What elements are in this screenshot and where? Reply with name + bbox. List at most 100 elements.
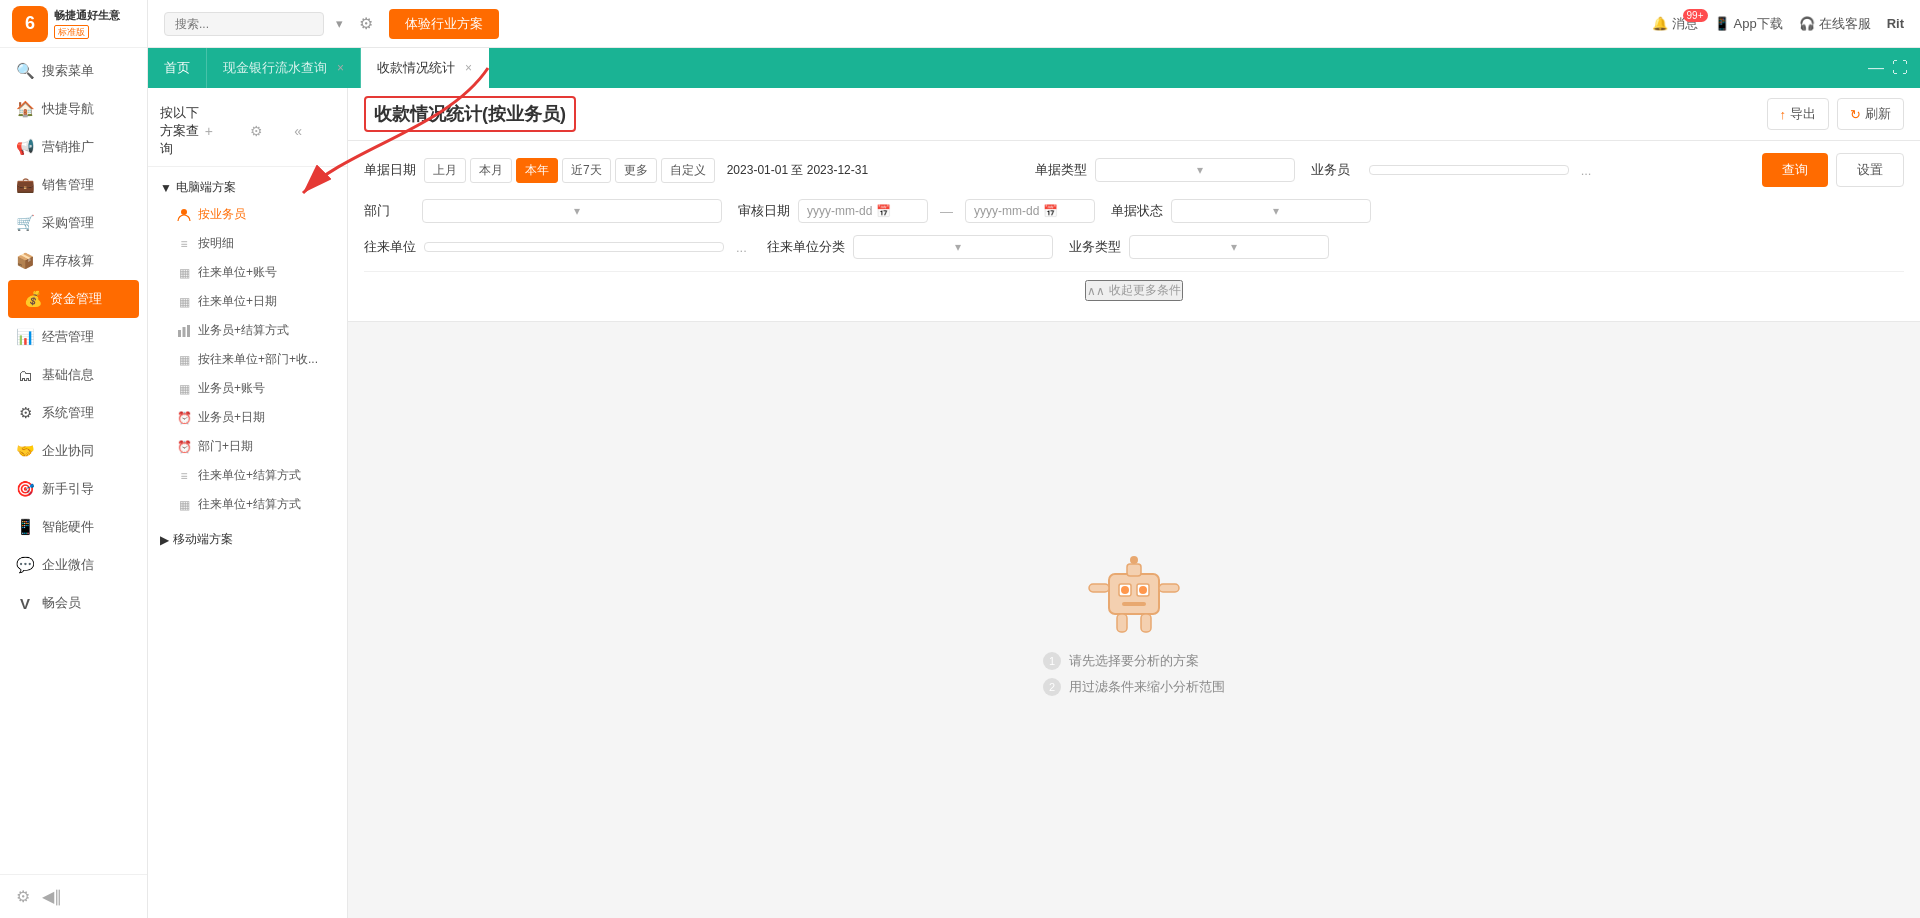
collapse-button[interactable]: ∧∧ 收起更多条件 (1085, 280, 1183, 301)
salesperson-dots[interactable]: ... (1581, 163, 1592, 178)
settings-button[interactable]: 设置 (1836, 153, 1904, 187)
query-button[interactable]: 查询 (1762, 153, 1828, 187)
sidebar-item-search[interactable]: 🔍 搜索菜单 (0, 52, 147, 90)
empty-steps: 1 请先选择要分析的方案 2 用过滤条件来缩小分析范围 (1043, 652, 1225, 696)
message-button[interactable]: 🔔 消息 99+ (1652, 15, 1698, 33)
export-label: 导出 (1790, 105, 1816, 123)
sidebar-item-operations[interactable]: 📊 经营管理 (0, 318, 147, 356)
tab-bank-flow[interactable]: 现金银行流水查询 × (207, 48, 361, 88)
topbar-right: 🔔 消息 99+ 📱 App下载 🎧 在线客服 Rit (1652, 15, 1904, 33)
date-btn-custom[interactable]: 自定义 (661, 158, 715, 183)
sidebar-item-member[interactable]: V 畅会员 (0, 584, 147, 622)
dept-chevron: ▾ (574, 204, 713, 218)
user-menu[interactable]: Rit (1887, 16, 1904, 31)
scheme-item-salesperson-account[interactable]: ▦ 业务员+账号 (148, 374, 347, 403)
scheme-item-salesperson-date[interactable]: ⏰ 业务员+日期 (148, 403, 347, 432)
scheme-item-by-salesperson[interactable]: 按业务员 (148, 200, 347, 229)
right-panel: 收款情况统计(按业务员) ↑ 导出 ↻ 刷新 单据日 (348, 88, 1920, 918)
audit-date-to[interactable]: yyyy-mm-dd 📅 (965, 199, 1095, 223)
biz-type-select[interactable]: ▾ (1129, 235, 1329, 259)
chat-icon: 💬 (16, 556, 34, 574)
scheme-item-partner-payment2[interactable]: ▦ 往来单位+结算方式 (148, 490, 347, 519)
sidebar-item-marketing[interactable]: 📢 营销推广 (0, 128, 147, 166)
left-panel-header: 按以下方案查询 + ⚙ « (148, 96, 347, 167)
sidebar-item-quick-nav[interactable]: 🏠 快捷导航 (0, 90, 147, 128)
filter-area: 单据日期 上月 本月 本年 近7天 更多 自定义 2023-01-01 至 20… (348, 141, 1920, 322)
collapse-icon[interactable]: ◀∥ (42, 887, 62, 906)
grid-icon2: ▦ (176, 294, 192, 310)
partner-cat-select[interactable]: ▾ (853, 235, 1053, 259)
grid-icon: ▦ (176, 265, 192, 281)
refresh-button[interactable]: ↻ 刷新 (1837, 98, 1904, 130)
online-service-button[interactable]: 🎧 在线客服 (1799, 15, 1871, 33)
filter-partner: 往来单位 ... (364, 238, 751, 256)
scheme-item-salesperson-payment[interactable]: 业务员+结算方式 (148, 316, 347, 345)
date-btn-last-month[interactable]: 上月 (424, 158, 466, 183)
sidebar-item-sales[interactable]: 💼 销售管理 (0, 166, 147, 204)
mobile-scheme-title[interactable]: ▶ 移动端方案 (148, 527, 347, 552)
folder-icon: 🗂 (16, 366, 34, 384)
sidebar-item-smart-hw[interactable]: 📱 智能硬件 (0, 508, 147, 546)
date-range-text: 2023-01-01 至 2023-12-31 (727, 162, 868, 179)
svg-rect-12 (1089, 584, 1109, 592)
add-scheme-icon[interactable]: + (205, 123, 246, 139)
scheme-item-label: 按业务员 (198, 206, 246, 223)
svg-rect-14 (1117, 614, 1127, 632)
sidebar-item-enterprise[interactable]: 🤝 企业协同 (0, 432, 147, 470)
app-download-button[interactable]: 📱 App下载 (1714, 15, 1783, 33)
doc-type-chevron: ▾ (1197, 163, 1286, 177)
tab-close-bank-flow[interactable]: × (337, 61, 344, 75)
topbar: ▾ ⚙ 体验行业方案 🔔 消息 99+ 📱 App下载 🎧 在线客服 Rit (148, 0, 1920, 48)
scheme-item-dept-date[interactable]: ⏰ 部门+日期 (148, 432, 347, 461)
filter-doc-type: 单据类型 ▾ (1035, 158, 1295, 182)
scheme-item-partner-account[interactable]: ▦ 往来单位+账号 (148, 258, 347, 287)
window-maximize-icon[interactable]: ⛶ (1892, 59, 1908, 77)
sidebar-item-inventory[interactable]: 📦 库存核算 (0, 242, 147, 280)
empty-robot-illustration (1084, 544, 1184, 644)
topbar-chevron-icon[interactable]: ▾ (336, 16, 343, 31)
sidebar-item-label: 基础信息 (42, 366, 94, 384)
sidebar-item-finance[interactable]: 💰 资金管理 (8, 280, 139, 318)
sidebar-item-purchase[interactable]: 🛒 采购管理 (0, 204, 147, 242)
scheme-item-label: 业务员+账号 (198, 380, 265, 397)
collapse-panel-icon[interactable]: « (294, 123, 335, 139)
gear-icon: ⚙ (16, 404, 34, 422)
desktop-scheme-title[interactable]: ▼ 电脑端方案 (148, 175, 347, 200)
partner-dots[interactable]: ... (736, 240, 747, 255)
scheme-item-partner-payment1[interactable]: ≡ 往来单位+结算方式 (148, 461, 347, 490)
tab-home[interactable]: 首页 (148, 48, 207, 88)
window-minimize-icon[interactable]: — (1868, 59, 1884, 77)
sidebar-item-weixin[interactable]: 💬 企业微信 (0, 546, 147, 584)
salesperson-label: 业务员 (1311, 161, 1361, 179)
sidebar-item-basic-info[interactable]: 🗂 基础信息 (0, 356, 147, 394)
sidebar-item-label: 企业协同 (42, 442, 94, 460)
dept-select[interactable]: ▾ (422, 199, 722, 223)
sidebar-item-sys-mgmt[interactable]: ⚙ 系统管理 (0, 394, 147, 432)
date-btn-this-year[interactable]: 本年 (516, 158, 558, 183)
scheme-item-partner-date[interactable]: ▦ 往来单位+日期 (148, 287, 347, 316)
partner-select[interactable] (424, 242, 724, 252)
salesperson-select[interactable] (1369, 165, 1569, 175)
topbar-gear-icon[interactable]: ⚙ (359, 14, 373, 33)
svg-rect-2 (183, 327, 186, 337)
export-button[interactable]: ↑ 导出 (1767, 98, 1830, 130)
biz-type-label: 业务类型 (1069, 238, 1121, 256)
scheme-item-by-detail[interactable]: ≡ 按明细 (148, 229, 347, 258)
tab-close-collection-stats[interactable]: × (465, 61, 472, 75)
tab-collection-stats[interactable]: 收款情况统计 × (361, 48, 489, 88)
scheme-item-partner-dept[interactable]: ▦ 按往来单位+部门+收... (148, 345, 347, 374)
search-input[interactable] (164, 12, 324, 36)
doc-type-select[interactable]: ▾ (1095, 158, 1295, 182)
sidebar-item-label: 营销推广 (42, 138, 94, 156)
date-btn-this-month[interactable]: 本月 (470, 158, 512, 183)
scheme-settings-icon[interactable]: ⚙ (250, 123, 291, 139)
date-btn-last-7[interactable]: 近7天 (562, 158, 611, 183)
trial-button[interactable]: 体验行业方案 (389, 9, 499, 39)
date-btn-more[interactable]: 更多 (615, 158, 657, 183)
sidebar-item-label: 销售管理 (42, 176, 94, 194)
sidebar-item-guide[interactable]: 🎯 新手引导 (0, 470, 147, 508)
settings-bottom-icon[interactable]: ⚙ (16, 887, 30, 906)
doc-status-select[interactable]: ▾ (1171, 199, 1371, 223)
audit-date-from[interactable]: yyyy-mm-dd 📅 (798, 199, 928, 223)
finance-icon: 💰 (24, 290, 42, 308)
